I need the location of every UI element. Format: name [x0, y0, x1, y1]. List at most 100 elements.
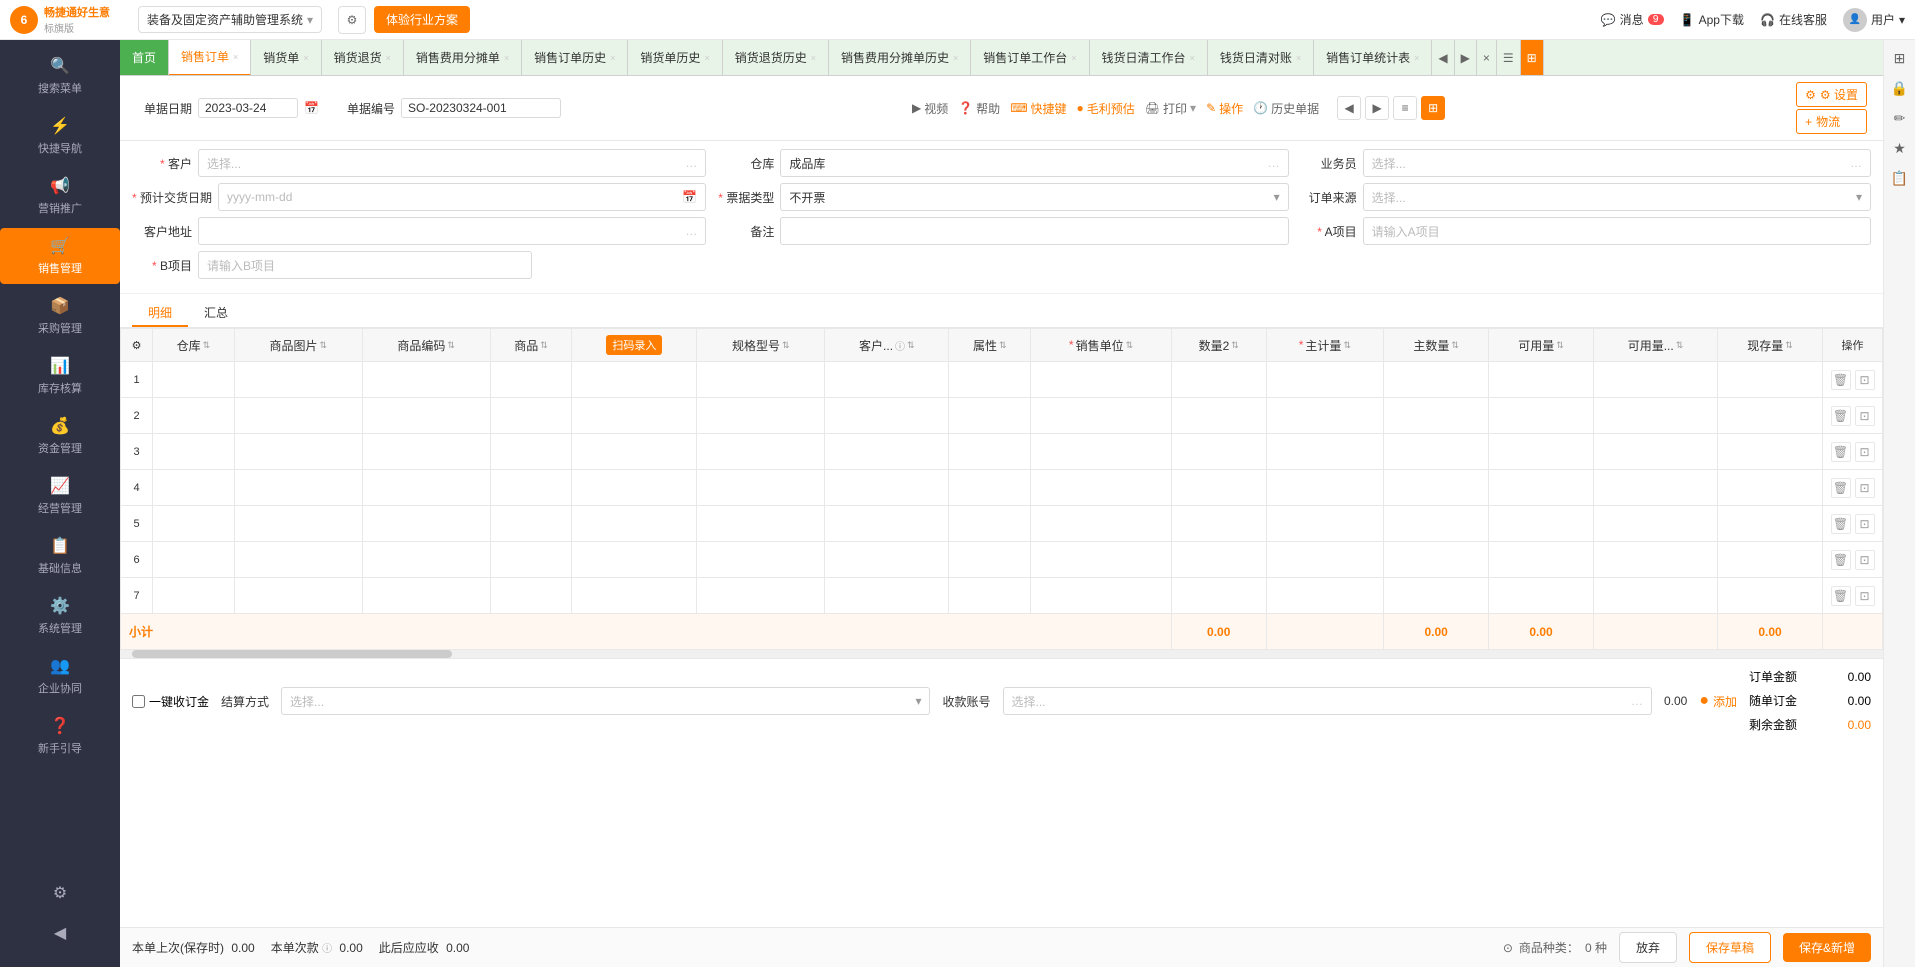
account-select[interactable]: 选择... … [1003, 687, 1652, 715]
data-table: ⚙ 仓库⇅ 商品图片⇅ 商品编码⇅ [120, 328, 1883, 650]
one-click-checkbox-label[interactable]: 一键收订金 [132, 693, 209, 710]
form-settings-btn[interactable]: ⚙ ⚙ 设置 [1796, 82, 1867, 107]
address-input[interactable]: … [198, 217, 706, 245]
payment-method-select[interactable]: 选择... ▾ [281, 687, 930, 715]
sidebar-item-settings[interactable]: ⚙ [0, 875, 120, 911]
tab-home[interactable]: 首页 [120, 40, 169, 76]
tab-nav-prev[interactable]: ◀ [1432, 40, 1454, 76]
tab-nav-close[interactable]: × [1477, 40, 1497, 76]
date-input[interactable] [198, 98, 298, 118]
settings-btn[interactable]: ⚙ [338, 6, 366, 34]
right-panel-icon-3[interactable]: ✏ [1886, 104, 1914, 132]
row-delete-btn[interactable]: 🗑 [1831, 406, 1851, 426]
tab-fee-history[interactable]: 销售费用分摊单历史 × [829, 40, 971, 76]
one-click-checkbox[interactable] [132, 695, 145, 708]
tab-order-workbench[interactable]: 销售订单工作台 × [971, 40, 1089, 76]
form-add-btn[interactable]: + 物流 [1796, 109, 1867, 134]
view-action[interactable]: ▶ 视频 [912, 100, 948, 117]
row-delete-btn[interactable]: 🗑 [1831, 370, 1851, 390]
sidebar-item-operations[interactable]: 📈 经营管理 [0, 468, 120, 524]
tab-sales-return[interactable]: 销货退货 × [322, 40, 404, 76]
calendar-icon[interactable]: 📅 [304, 101, 319, 115]
sidebar-item-guide[interactable]: ❓ 新手引导 [0, 708, 120, 764]
sidebar-item-sales[interactable]: 🛒 销售管理 [0, 228, 120, 284]
app-download-item[interactable]: 📱 App下载 [1680, 11, 1744, 28]
sidebar-item-collapse[interactable]: ◀ [0, 915, 120, 951]
row-copy-btn[interactable]: ⊡ [1855, 586, 1875, 606]
tab-cash-goods[interactable]: 钱货日清工作台 × [1090, 40, 1208, 76]
tab-order-stats[interactable]: 销售订单统计表 × [1314, 40, 1432, 76]
system-selector[interactable]: 装备及固定资产辅助管理系统 ▾ [138, 6, 322, 33]
operation-action[interactable]: ✎ 操作 [1206, 100, 1243, 117]
row-copy-btn[interactable]: ⊡ [1855, 442, 1875, 462]
right-panel-icon-5[interactable]: 📋 [1886, 164, 1914, 192]
scan-btn[interactable]: 扫码录入 [606, 335, 662, 355]
tab-nav-next[interactable]: ▶ [1455, 40, 1477, 76]
row-copy-btn[interactable]: ⊡ [1855, 514, 1875, 534]
note-input[interactable] [780, 217, 1288, 245]
user-item[interactable]: 👤 用户 ▾ [1843, 8, 1905, 32]
tab-sales-fee[interactable]: 销售费用分摊单 × [404, 40, 522, 76]
prev-record-btn[interactable]: ◀ [1337, 96, 1361, 120]
message-item[interactable]: 💬 消息 9 [1601, 11, 1664, 28]
row-copy-btn[interactable]: ⊡ [1855, 550, 1875, 570]
right-panel-icon-1[interactable]: ⊞ [1886, 44, 1914, 72]
tab-sales-goods[interactable]: 销货单 × [251, 40, 321, 76]
sidebar-item-marketing[interactable]: 📢 营销推广 [0, 168, 120, 224]
tab-sales-order[interactable]: 销售订单 × [169, 40, 251, 76]
sidebar-item-basic-info[interactable]: 📋 基础信息 [0, 528, 120, 584]
print-action[interactable]: 🖨 打印 ▾ [1145, 100, 1196, 117]
num-input[interactable] [401, 98, 561, 118]
row-copy-btn[interactable]: ⊡ [1855, 478, 1875, 498]
tab-nav-menu[interactable]: ☰ [1497, 40, 1521, 76]
th-settings[interactable]: ⚙ [121, 329, 153, 362]
customer-input[interactable]: 选择... … [198, 149, 706, 177]
sidebar-item-nav[interactable]: ⚡ 快捷导航 [0, 108, 120, 164]
grid-view-btn[interactable]: ⊞ [1421, 96, 1445, 120]
list-view-btn[interactable]: ≡ [1393, 96, 1417, 120]
row-delete-btn[interactable]: 🗑 [1831, 550, 1851, 570]
right-panel-icon-2[interactable]: 🔒 [1886, 74, 1914, 102]
staff-input[interactable]: 选择... … [1363, 149, 1871, 177]
save-new-btn[interactable]: 保存&新增 [1783, 933, 1871, 962]
tab-sales-order-history[interactable]: 销售订单历史 × [522, 40, 628, 76]
scrollbar-track[interactable] [120, 650, 1883, 658]
sidebar-item-finance[interactable]: 💰 资金管理 [0, 408, 120, 464]
tab-detail[interactable]: 明细 [132, 300, 188, 327]
sidebar-item-inventory[interactable]: 📊 库存核算 [0, 348, 120, 404]
th-product-code: 商品编码⇅ [362, 329, 490, 362]
tab-cash-reconcile[interactable]: 钱货日清对账 × [1208, 40, 1314, 76]
row-copy-btn[interactable]: ⊡ [1855, 370, 1875, 390]
b-project-input[interactable]: 请输入B项目 [198, 251, 532, 279]
history-action[interactable]: 🕐 历史单据 [1253, 100, 1319, 117]
profit-action[interactable]: ● 毛利预估 [1077, 100, 1135, 117]
sidebar-item-collab[interactable]: 👥 企业协同 [0, 648, 120, 704]
row-delete-btn[interactable]: 🗑 [1831, 442, 1851, 462]
next-record-btn[interactable]: ▶ [1365, 96, 1389, 120]
right-panel-icon-4[interactable]: ★ [1886, 134, 1914, 162]
delivery-date-input[interactable]: yyyy-mm-dd 📅 [218, 183, 706, 211]
discard-btn[interactable]: 放弃 [1619, 932, 1677, 963]
shortcut-action[interactable]: ⌨ 快捷键 [1010, 100, 1066, 117]
row-copy-btn[interactable]: ⊡ [1855, 406, 1875, 426]
a-project-input[interactable]: 请输入A项目 [1363, 217, 1871, 245]
industry-btn[interactable]: 体验行业方案 [374, 6, 470, 33]
row-delete-btn[interactable]: 🗑 [1831, 514, 1851, 534]
online-service-item[interactable]: 🎧 在线客服 [1760, 11, 1827, 28]
row-delete-btn[interactable]: 🗑 [1831, 586, 1851, 606]
add-item-btn[interactable]: ● 添加 [1699, 692, 1737, 710]
save-draft-btn[interactable]: 保存草稿 [1689, 932, 1771, 963]
order-source-select[interactable]: 选择... ▾ [1363, 183, 1871, 211]
tab-return-history[interactable]: 销货退货历史 × [723, 40, 829, 76]
tab-goods-history[interactable]: 销货单历史 × [628, 40, 722, 76]
sidebar-item-purchase[interactable]: 📦 采购管理 [0, 288, 120, 344]
help-action[interactable]: ❓ 帮助 [958, 100, 1000, 117]
row-delete-btn[interactable]: 🗑 [1831, 478, 1851, 498]
sidebar-item-search[interactable]: 🔍 搜索菜单 [0, 48, 120, 104]
scrollbar-thumb[interactable] [132, 650, 452, 658]
sidebar-item-system[interactable]: ⚙️ 系统管理 [0, 588, 120, 644]
tab-expand-icon[interactable]: ⊞ [1521, 40, 1544, 76]
invoice-select[interactable]: 不开票 ▾ [780, 183, 1288, 211]
warehouse-input[interactable]: 成品库 … [780, 149, 1288, 177]
tab-summary[interactable]: 汇总 [188, 300, 244, 327]
